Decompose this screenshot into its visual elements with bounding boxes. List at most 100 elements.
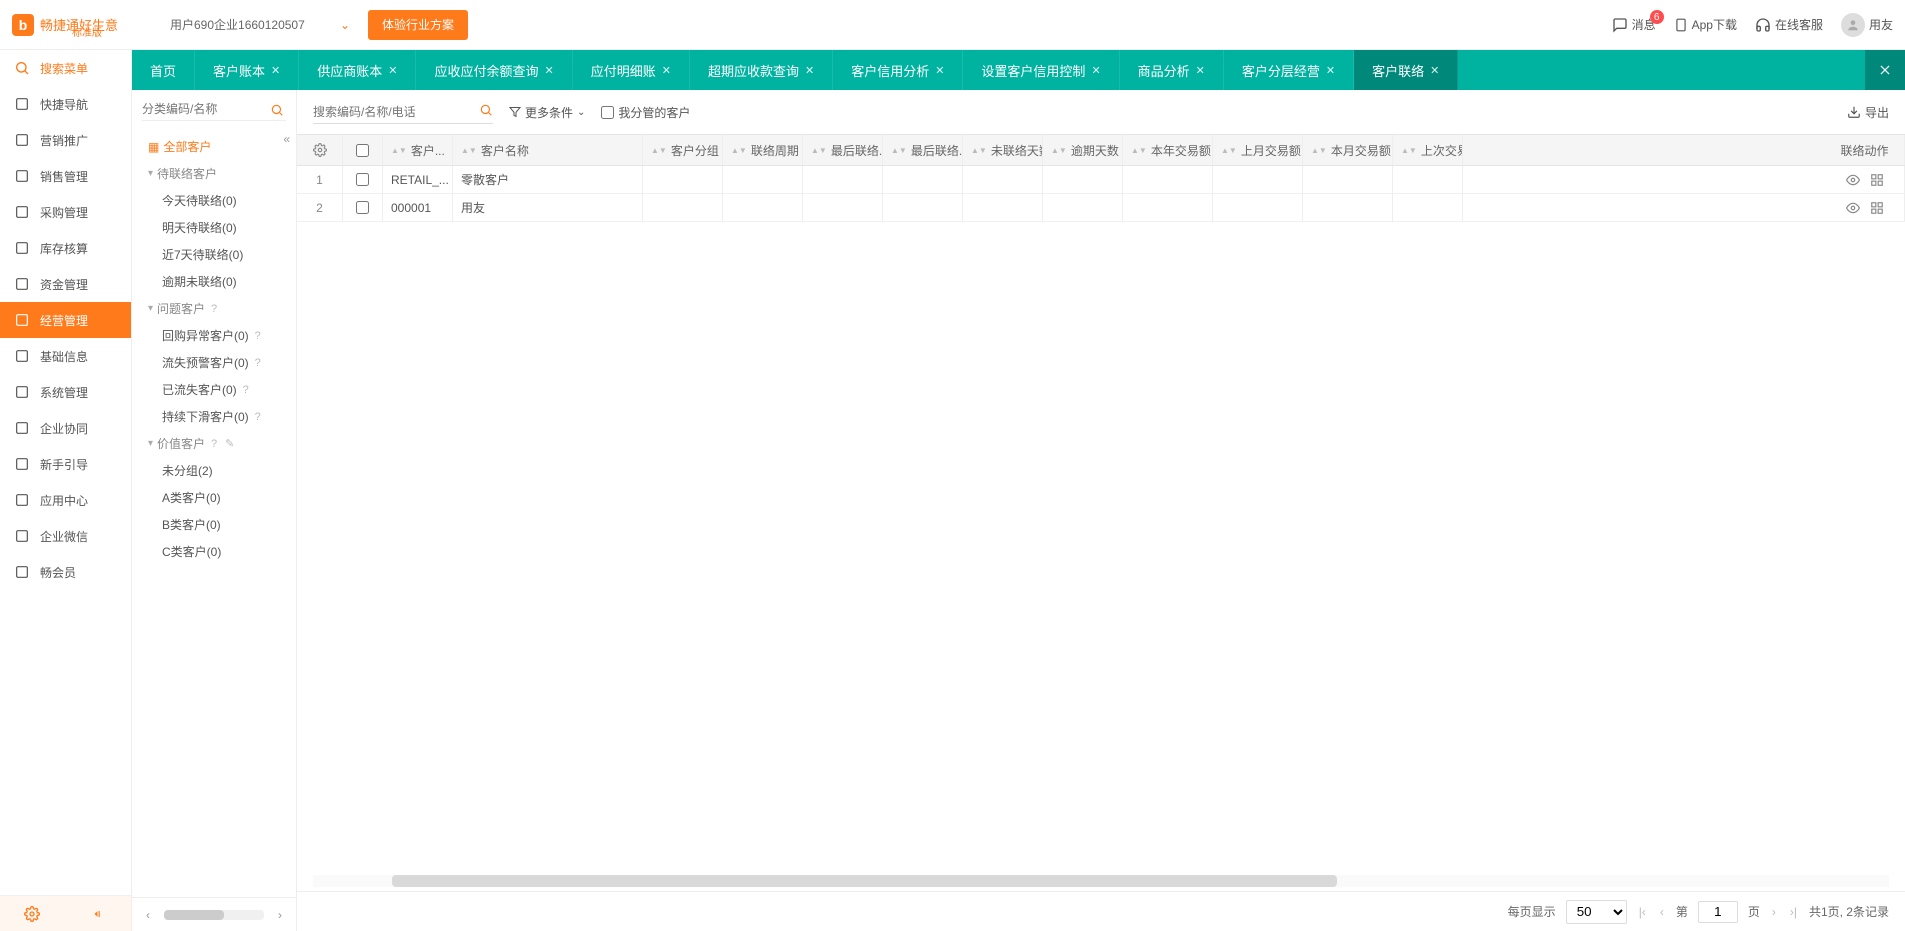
tenant-selector[interactable]: 用户690企业1660120507 ⌄ — [160, 10, 360, 40]
col-code[interactable]: ▲▼客户... — [383, 135, 453, 165]
close-icon[interactable]: ✕ — [935, 64, 944, 77]
nav-item-10[interactable]: 新手引导 — [0, 446, 131, 482]
col-group[interactable]: ▲▼客户分组 — [643, 135, 723, 165]
nav-item-8[interactable]: 系统管理 — [0, 374, 131, 410]
more-icon[interactable] — [1870, 173, 1884, 187]
close-icon[interactable]: ✕ — [1091, 64, 1100, 77]
tree-scroll-left[interactable]: ‹ — [138, 905, 158, 925]
export-button[interactable]: 导出 — [1847, 104, 1889, 121]
tab-7[interactable]: 设置客户信用控制✕ — [963, 50, 1119, 90]
col-last-contact-2[interactable]: ▲▼最后联络... — [883, 135, 963, 165]
col-year-amount[interactable]: ▲▼本年交易额 — [1123, 135, 1213, 165]
nav-item-7[interactable]: 基础信息 — [0, 338, 131, 374]
industry-demo-button[interactable]: 体验行业方案 — [368, 10, 468, 40]
help-icon[interactable]: ? — [243, 384, 249, 396]
view-icon[interactable] — [1846, 201, 1860, 215]
col-last-contact-1[interactable]: ▲▼最后联络... — [803, 135, 883, 165]
tree-category[interactable]: ▾问题客户 ? — [132, 295, 296, 322]
help-icon[interactable]: ? — [211, 303, 217, 315]
tree-leaf[interactable]: 已流失客户(0) ? — [132, 376, 296, 403]
app-download-button[interactable]: App下载 — [1674, 16, 1737, 33]
my-customers-checkbox[interactable]: 我分管的客户 — [601, 104, 690, 121]
last-page-button[interactable]: ›| — [1788, 905, 1799, 919]
tab-0[interactable]: 首页 — [132, 50, 195, 90]
help-icon[interactable]: ? — [211, 438, 217, 450]
grid-hscrollbar[interactable] — [313, 875, 1889, 887]
table-row[interactable]: 2000001用友 — [297, 194, 1905, 222]
close-icon[interactable]: ✕ — [545, 64, 554, 77]
close-all-tabs-button[interactable] — [1865, 50, 1905, 90]
user-menu[interactable]: 用友 — [1841, 13, 1893, 37]
nav-item-3[interactable]: 采购管理 — [0, 194, 131, 230]
per-page-select[interactable]: 50 — [1566, 900, 1627, 924]
nav-item-2[interactable]: 销售管理 — [0, 158, 131, 194]
tree-leaf[interactable]: 回购异常客户(0) ? — [132, 322, 296, 349]
tree-leaf[interactable]: 今天待联络(0) — [132, 187, 296, 214]
tree-leaf[interactable]: C类客户(0) — [132, 538, 296, 565]
help-icon[interactable]: ? — [255, 411, 261, 423]
col-overdue-days[interactable]: ▲▼逾期天数 — [1043, 135, 1123, 165]
message-button[interactable]: 消息 6 — [1612, 16, 1656, 33]
nav-item-4[interactable]: 库存核算 — [0, 230, 131, 266]
col-last-month-amount[interactable]: ▲▼上月交易额 — [1213, 135, 1303, 165]
tab-1[interactable]: 客户账本✕ — [195, 50, 299, 90]
nav-search[interactable]: 搜索菜单 — [0, 50, 131, 86]
first-page-button[interactable]: |‹ — [1637, 905, 1648, 919]
close-icon[interactable]: ✕ — [1196, 64, 1205, 77]
view-icon[interactable] — [1846, 173, 1860, 187]
col-no-contact-days[interactable]: ▲▼未联络天数 — [963, 135, 1043, 165]
tab-10[interactable]: 客户联络✕ — [1354, 50, 1458, 90]
tree-root[interactable]: ▦ 全部客户 — [132, 133, 296, 160]
row-checkbox[interactable] — [343, 194, 383, 221]
nav-item-12[interactable]: 企业微信 — [0, 518, 131, 554]
close-icon[interactable]: ✕ — [388, 64, 397, 77]
close-icon[interactable]: ✕ — [662, 64, 671, 77]
next-page-button[interactable]: › — [1770, 905, 1778, 919]
col-name[interactable]: ▲▼客户名称 — [453, 135, 643, 165]
tree-scroll-right[interactable]: › — [270, 905, 290, 925]
nav-item-6[interactable]: 经营管理 — [0, 302, 131, 338]
help-icon[interactable]: ? — [255, 357, 261, 369]
tree-leaf[interactable]: B类客户(0) — [132, 511, 296, 538]
tree-leaf[interactable]: 未分组(2) — [132, 457, 296, 484]
search-icon[interactable] — [479, 103, 493, 117]
tree-category[interactable]: ▾待联络客户 — [132, 160, 296, 187]
tab-5[interactable]: 超期应收款查询✕ — [690, 50, 833, 90]
close-icon[interactable]: ✕ — [805, 64, 814, 77]
tab-9[interactable]: 客户分层经营✕ — [1224, 50, 1354, 90]
prev-page-button[interactable]: ‹ — [1658, 905, 1666, 919]
page-input[interactable] — [1698, 901, 1738, 923]
close-icon[interactable]: ✕ — [1326, 64, 1335, 77]
tab-3[interactable]: 应收应付余额查询✕ — [416, 50, 572, 90]
tree-leaf[interactable]: A类客户(0) — [132, 484, 296, 511]
collapse-nav-icon[interactable] — [89, 907, 107, 921]
col-last-trade[interactable]: ▲▼上次交易 — [1393, 135, 1463, 165]
more-conditions-button[interactable]: 更多条件 ⌄ — [509, 104, 585, 121]
tree-leaf[interactable]: 持续下滑客户(0) ? — [132, 403, 296, 430]
tree-leaf[interactable]: 明天待联络(0) — [132, 214, 296, 241]
row-checkbox[interactable] — [343, 166, 383, 193]
close-icon[interactable]: ✕ — [1430, 64, 1439, 77]
search-icon[interactable] — [270, 103, 284, 117]
nav-item-11[interactable]: 应用中心 — [0, 482, 131, 518]
tree-hscrollbar[interactable] — [164, 910, 264, 920]
col-period[interactable]: ▲▼联络周期 — [723, 135, 803, 165]
my-customers-checkbox-input[interactable] — [601, 106, 614, 119]
nav-item-13[interactable]: 畅会员 — [0, 554, 131, 590]
online-service-button[interactable]: 在线客服 — [1755, 16, 1823, 33]
tab-2[interactable]: 供应商账本✕ — [299, 50, 416, 90]
tree-leaf[interactable]: 近7天待联络(0) — [132, 241, 296, 268]
tab-8[interactable]: 商品分析✕ — [1120, 50, 1224, 90]
nav-item-0[interactable]: 快捷导航 — [0, 86, 131, 122]
nav-item-1[interactable]: 营销推广 — [0, 122, 131, 158]
help-icon[interactable]: ? — [255, 330, 261, 342]
tab-4[interactable]: 应付明细账✕ — [573, 50, 690, 90]
nav-item-9[interactable]: 企业协同 — [0, 410, 131, 446]
gear-icon[interactable] — [24, 906, 40, 922]
collapse-tree-icon[interactable]: « — [283, 132, 290, 146]
col-this-month-amount[interactable]: ▲▼本月交易额 — [1303, 135, 1393, 165]
select-all-checkbox[interactable] — [343, 135, 383, 165]
edit-icon[interactable]: ✎ — [225, 437, 234, 450]
table-row[interactable]: 1RETAIL_...零散客户 — [297, 166, 1905, 194]
nav-item-5[interactable]: 资金管理 — [0, 266, 131, 302]
